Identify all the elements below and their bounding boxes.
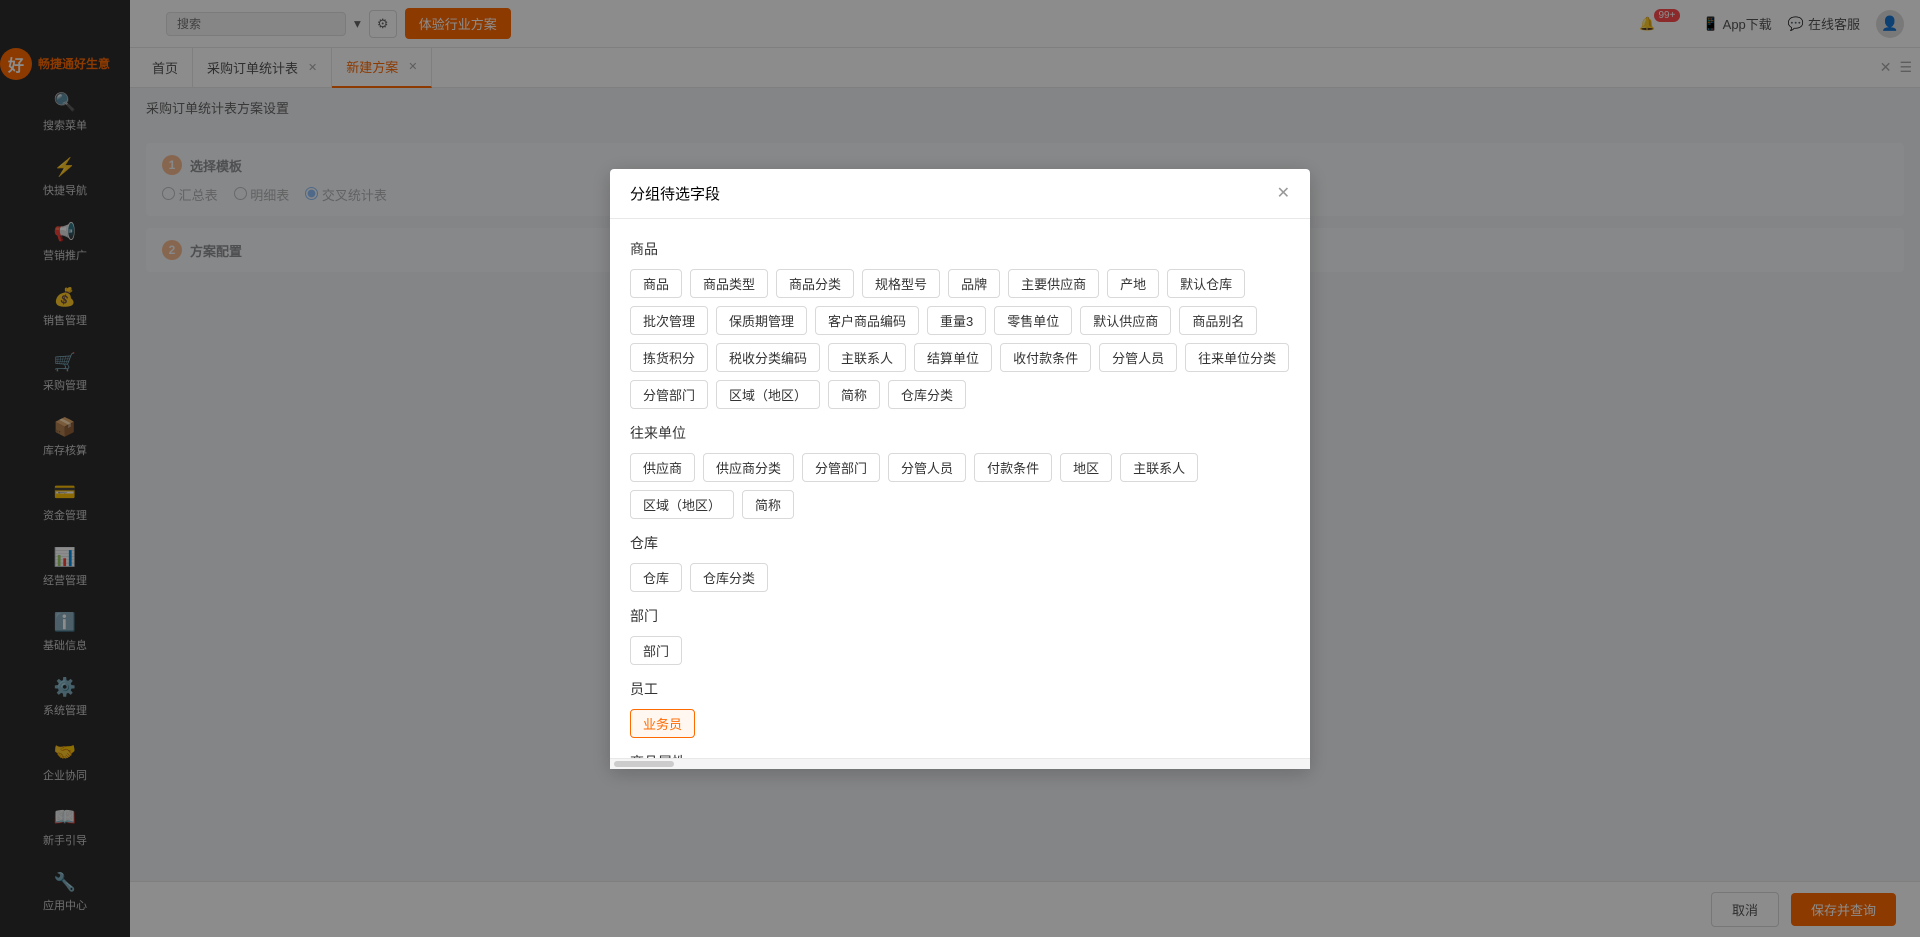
field-tag-0-17[interactable]: 主联系人 — [828, 343, 906, 372]
dialog-title: 分组待选字段 — [630, 183, 720, 204]
field-tag-1-8[interactable]: 简称 — [742, 490, 794, 519]
section-tags-4: 业务员 — [630, 709, 1290, 738]
field-tag-0-0[interactable]: 商品 — [630, 269, 682, 298]
section-tags-2: 仓库仓库分类 — [630, 563, 1290, 592]
field-tag-0-10[interactable]: 客户商品编码 — [815, 306, 919, 335]
dialog-body[interactable]: 商品商品商品类型商品分类规格型号品牌主要供应商产地默认仓库批次管理保质期管理客户… — [610, 219, 1310, 759]
field-tag-3-0[interactable]: 部门 — [630, 636, 682, 665]
section-title-5: 商品属性 — [630, 752, 1290, 759]
field-tag-0-2[interactable]: 商品分类 — [776, 269, 854, 298]
field-tag-1-0[interactable]: 供应商 — [630, 453, 695, 482]
field-tag-0-3[interactable]: 规格型号 — [862, 269, 940, 298]
field-tag-0-22[interactable]: 分管部门 — [630, 380, 708, 409]
field-tag-0-16[interactable]: 税收分类编码 — [716, 343, 820, 372]
field-tag-0-20[interactable]: 分管人员 — [1099, 343, 1177, 372]
dialog-header: 分组待选字段 ✕ — [610, 169, 1310, 219]
field-tag-0-25[interactable]: 仓库分类 — [888, 380, 966, 409]
scrollbar-thumb — [614, 761, 674, 767]
field-tag-4-0[interactable]: 业务员 — [630, 709, 695, 738]
field-tag-1-3[interactable]: 分管人员 — [888, 453, 966, 482]
field-tag-0-21[interactable]: 往来单位分类 — [1185, 343, 1289, 372]
field-tag-1-6[interactable]: 主联系人 — [1120, 453, 1198, 482]
field-tag-0-12[interactable]: 零售单位 — [994, 306, 1072, 335]
dialog-close-button[interactable]: ✕ — [1277, 183, 1290, 203]
dialog-overlay: 分组待选字段 ✕ 商品商品商品类型商品分类规格型号品牌主要供应商产地默认仓库批次… — [0, 0, 1920, 937]
field-tag-1-2[interactable]: 分管部门 — [802, 453, 880, 482]
field-tag-0-23[interactable]: 区域（地区） — [716, 380, 820, 409]
field-tag-2-0[interactable]: 仓库 — [630, 563, 682, 592]
field-tag-0-15[interactable]: 拣货积分 — [630, 343, 708, 372]
field-tag-0-13[interactable]: 默认供应商 — [1080, 306, 1171, 335]
section-tags-0: 商品商品类型商品分类规格型号品牌主要供应商产地默认仓库批次管理保质期管理客户商品… — [630, 269, 1290, 409]
field-tag-0-24[interactable]: 简称 — [828, 380, 880, 409]
section-tags-3: 部门 — [630, 636, 1290, 665]
section-title-3: 部门 — [630, 606, 1290, 626]
field-tag-0-9[interactable]: 保质期管理 — [716, 306, 807, 335]
field-tag-1-7[interactable]: 区域（地区） — [630, 490, 734, 519]
section-tags-1: 供应商供应商分类分管部门分管人员付款条件地区主联系人区域（地区） 简称 — [630, 453, 1290, 519]
field-tag-0-19[interactable]: 收付款条件 — [1000, 343, 1091, 372]
field-tag-0-4[interactable]: 品牌 — [948, 269, 1000, 298]
field-tag-2-1[interactable]: 仓库分类 — [690, 563, 768, 592]
field-tag-0-8[interactable]: 批次管理 — [630, 306, 708, 335]
section-title-1: 往来单位 — [630, 423, 1290, 443]
field-tag-0-6[interactable]: 产地 — [1107, 269, 1159, 298]
field-tag-1-1[interactable]: 供应商分类 — [703, 453, 794, 482]
section-title-4: 员工 — [630, 679, 1290, 699]
field-tag-1-5[interactable]: 地区 — [1060, 453, 1112, 482]
field-selection-dialog: 分组待选字段 ✕ 商品商品商品类型商品分类规格型号品牌主要供应商产地默认仓库批次… — [610, 169, 1310, 769]
field-tag-0-5[interactable]: 主要供应商 — [1008, 269, 1099, 298]
field-tag-0-7[interactable]: 默认仓库 — [1167, 269, 1245, 298]
field-tag-0-1[interactable]: 商品类型 — [690, 269, 768, 298]
field-tag-0-14[interactable]: 商品别名 — [1179, 306, 1257, 335]
field-tag-1-4[interactable]: 付款条件 — [974, 453, 1052, 482]
field-tag-0-11[interactable]: 重量3 — [927, 306, 986, 335]
section-title-0: 商品 — [630, 239, 1290, 259]
dialog-horizontal-scrollbar[interactable] — [610, 758, 1310, 768]
section-title-2: 仓库 — [630, 533, 1290, 553]
field-tag-0-18[interactable]: 结算单位 — [914, 343, 992, 372]
